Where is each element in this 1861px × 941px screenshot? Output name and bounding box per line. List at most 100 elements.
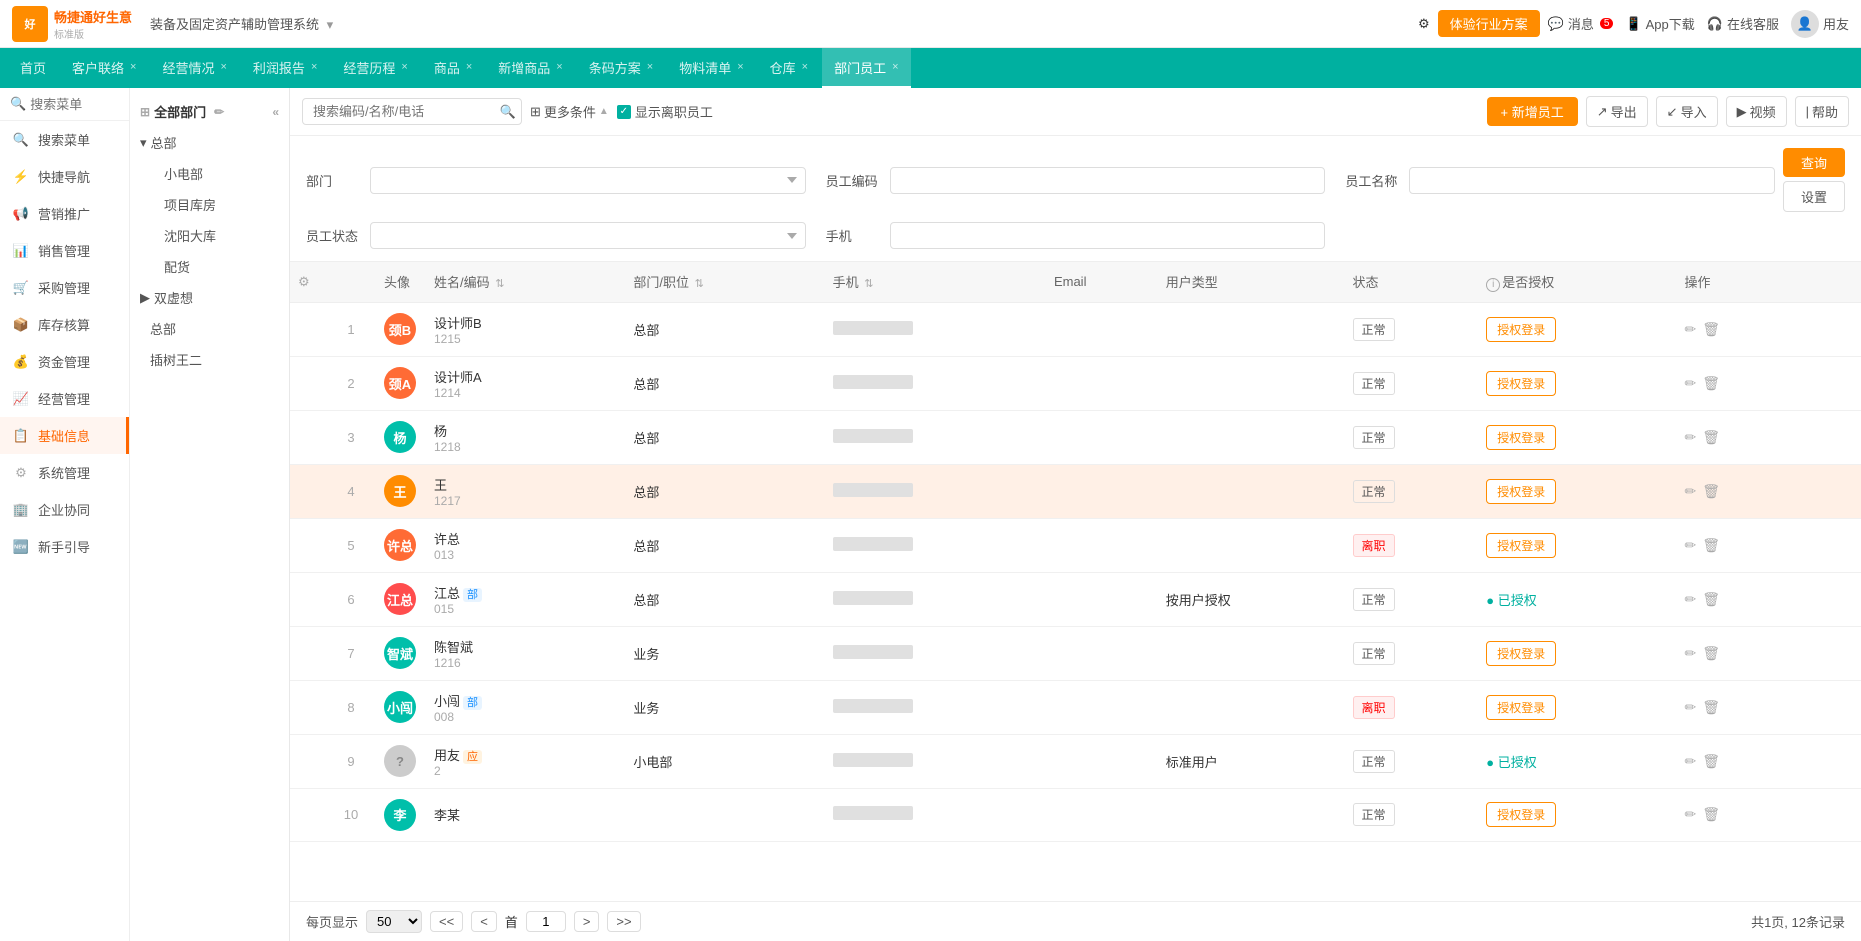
auth-login-btn[interactable]: 授权登录	[1486, 371, 1556, 396]
nav-tab-新增商品[interactable]: 新增商品×	[486, 48, 574, 88]
edit-icon[interactable]: ✏	[1685, 699, 1697, 716]
auth-login-btn[interactable]: 授权登录	[1486, 479, 1556, 504]
nav-tab-仓库[interactable]: 仓库×	[758, 48, 820, 88]
nav-tab-利润报告[interactable]: 利润报告×	[241, 48, 329, 88]
first-page-btn[interactable]: <<	[430, 911, 463, 932]
nav-tab-客户联络[interactable]: 客户联络×	[60, 48, 148, 88]
delete-icon[interactable]: 🗑	[1702, 753, 1720, 770]
video-btn[interactable]: ▶ 视频	[1726, 96, 1787, 127]
nav-tab-部门员工[interactable]: 部门员工×	[822, 48, 910, 88]
last-page-btn[interactable]: >>	[607, 911, 640, 932]
message-btn[interactable]: 💬 消息 5	[1548, 14, 1614, 33]
col-settings-icon[interactable]: ⚙	[298, 274, 310, 289]
nav-tab-经营情况[interactable]: 经营情况×	[150, 48, 238, 88]
auth-login-btn[interactable]: 授权登录	[1486, 317, 1556, 342]
delete-icon[interactable]: 🗑	[1702, 321, 1720, 338]
edit-icon[interactable]: ✏	[1685, 375, 1697, 392]
sidebar-item-basic[interactable]: 📋 基础信息	[0, 417, 129, 454]
edit-icon[interactable]: ✏	[1685, 483, 1697, 500]
sidebar-item-operation[interactable]: 📈 经营管理	[0, 380, 129, 417]
online-service-btn[interactable]: 🎧 在线客服	[1707, 14, 1779, 33]
dept-group-shuangxuxiang[interactable]: ▶ 双虚想	[130, 282, 289, 313]
dept-item-chashuwanger[interactable]: 插树王二	[130, 344, 289, 375]
dept-edit-icon[interactable]: ✏	[214, 105, 224, 119]
tab-close-icon[interactable]: ×	[737, 61, 743, 73]
sidebar-item-system[interactable]: ⚙ 系统管理	[0, 454, 129, 491]
delete-icon[interactable]: 🗑	[1702, 537, 1720, 554]
empstatus-filter-select[interactable]	[370, 222, 806, 249]
dept-item-peihuo[interactable]: 配货	[160, 251, 289, 282]
setting-btn[interactable]: 设置	[1783, 181, 1845, 212]
sidebar-item-shortcut[interactable]: ⚡ 快捷导航	[0, 158, 129, 195]
settings-gear[interactable]: ⚙	[1418, 16, 1430, 32]
delete-icon[interactable]: 🗑	[1702, 806, 1720, 823]
phone-filter-input[interactable]	[890, 222, 1326, 249]
auth-info-icon[interactable]: i	[1486, 278, 1500, 292]
sidebar-item-guide[interactable]: 🆕 新手引导	[0, 528, 129, 565]
edit-icon[interactable]: ✏	[1685, 806, 1697, 823]
delete-icon[interactable]: 🗑	[1702, 699, 1720, 716]
sidebar-item-search[interactable]: 🔍 搜索菜单	[0, 121, 129, 158]
query-btn[interactable]: 查询	[1783, 148, 1845, 177]
show-leave-checkbox[interactable]: ✓ 显示离职员工	[617, 102, 713, 121]
dept-item-zongbu2[interactable]: 总部	[130, 313, 289, 344]
dept-group-zongbu[interactable]: ▾ 总部	[130, 127, 289, 158]
delete-icon[interactable]: 🗑	[1702, 483, 1720, 500]
tab-close-icon[interactable]: ×	[466, 61, 472, 73]
search-submit-icon[interactable]: 🔍	[500, 104, 516, 120]
help-btn[interactable]: | 帮助	[1795, 96, 1849, 127]
th-phone[interactable]: 手机 ⇅	[825, 262, 1046, 302]
sidebar-item-marketing[interactable]: 📢 营销推广	[0, 195, 129, 232]
prev-page-btn[interactable]: <	[471, 911, 497, 932]
tab-close-icon[interactable]: ×	[220, 61, 226, 73]
more-filter-btn[interactable]: ⊞ 更多条件 ▲	[530, 102, 609, 121]
edit-icon[interactable]: ✏	[1685, 591, 1697, 608]
nav-tab-经营历程[interactable]: 经营历程×	[331, 48, 419, 88]
system-title-arrow[interactable]: ▾	[327, 17, 334, 32]
app-download-btn[interactable]: 📱 App下载	[1625, 14, 1694, 33]
dept-filter-select[interactable]	[370, 167, 806, 194]
delete-icon[interactable]: 🗑	[1702, 429, 1720, 446]
dept-item-xiaodibu[interactable]: 小电部	[160, 158, 289, 189]
add-employee-btn[interactable]: + 新增员工	[1487, 97, 1578, 126]
delete-icon[interactable]: 🗑	[1702, 375, 1720, 392]
edit-icon[interactable]: ✏	[1685, 321, 1697, 338]
auth-login-btn[interactable]: 授权登录	[1486, 641, 1556, 666]
user-area[interactable]: 👤 用友	[1791, 10, 1849, 38]
delete-icon[interactable]: 🗑	[1702, 591, 1720, 608]
tab-close-icon[interactable]: ×	[311, 61, 317, 73]
dept-item-xiangmuKufang[interactable]: 项目库房	[160, 189, 289, 220]
edit-icon[interactable]: ✏	[1685, 753, 1697, 770]
sidebar-item-sales[interactable]: 📊 销售管理	[0, 232, 129, 269]
tab-close-icon[interactable]: ×	[892, 61, 898, 73]
next-page-btn[interactable]: >	[574, 911, 600, 932]
th-name[interactable]: 姓名/编码 ⇅	[426, 262, 625, 302]
auth-login-btn[interactable]: 授权登录	[1486, 425, 1556, 450]
nav-tab-物料清单[interactable]: 物料清单×	[667, 48, 755, 88]
th-dept[interactable]: 部门/职位 ⇅	[625, 262, 824, 302]
sidebar-item-inventory[interactable]: 📦 库存核算	[0, 306, 129, 343]
trial-btn[interactable]: 体验行业方案	[1438, 10, 1540, 37]
edit-icon[interactable]: ✏	[1685, 537, 1697, 554]
tab-close-icon[interactable]: ×	[647, 61, 653, 73]
search-input[interactable]	[302, 98, 522, 125]
tab-close-icon[interactable]: ×	[401, 61, 407, 73]
page-size-select[interactable]: 50 100 200	[366, 910, 422, 933]
auth-login-btn[interactable]: 授权登录	[1486, 695, 1556, 720]
export-btn[interactable]: ↗ 导出	[1586, 96, 1648, 127]
sidebar-search-input[interactable]	[30, 97, 119, 112]
delete-icon[interactable]: 🗑	[1702, 645, 1720, 662]
page-input[interactable]	[526, 911, 566, 932]
edit-icon[interactable]: ✏	[1685, 645, 1697, 662]
nav-tab-条码方案[interactable]: 条码方案×	[577, 48, 665, 88]
nav-tab-商品[interactable]: 商品×	[422, 48, 484, 88]
nav-tab-首页[interactable]: 首页	[8, 48, 58, 88]
sidebar-item-purchase[interactable]: 🛒 采购管理	[0, 269, 129, 306]
empcode-filter-input[interactable]	[890, 167, 1326, 194]
tab-close-icon[interactable]: ×	[556, 61, 562, 73]
sidebar-item-finance[interactable]: 💰 资金管理	[0, 343, 129, 380]
auth-login-btn[interactable]: 授权登录	[1486, 533, 1556, 558]
import-btn[interactable]: ↙ 导入	[1656, 96, 1718, 127]
tab-close-icon[interactable]: ×	[802, 61, 808, 73]
dept-collapse-btn[interactable]: «	[272, 105, 279, 119]
